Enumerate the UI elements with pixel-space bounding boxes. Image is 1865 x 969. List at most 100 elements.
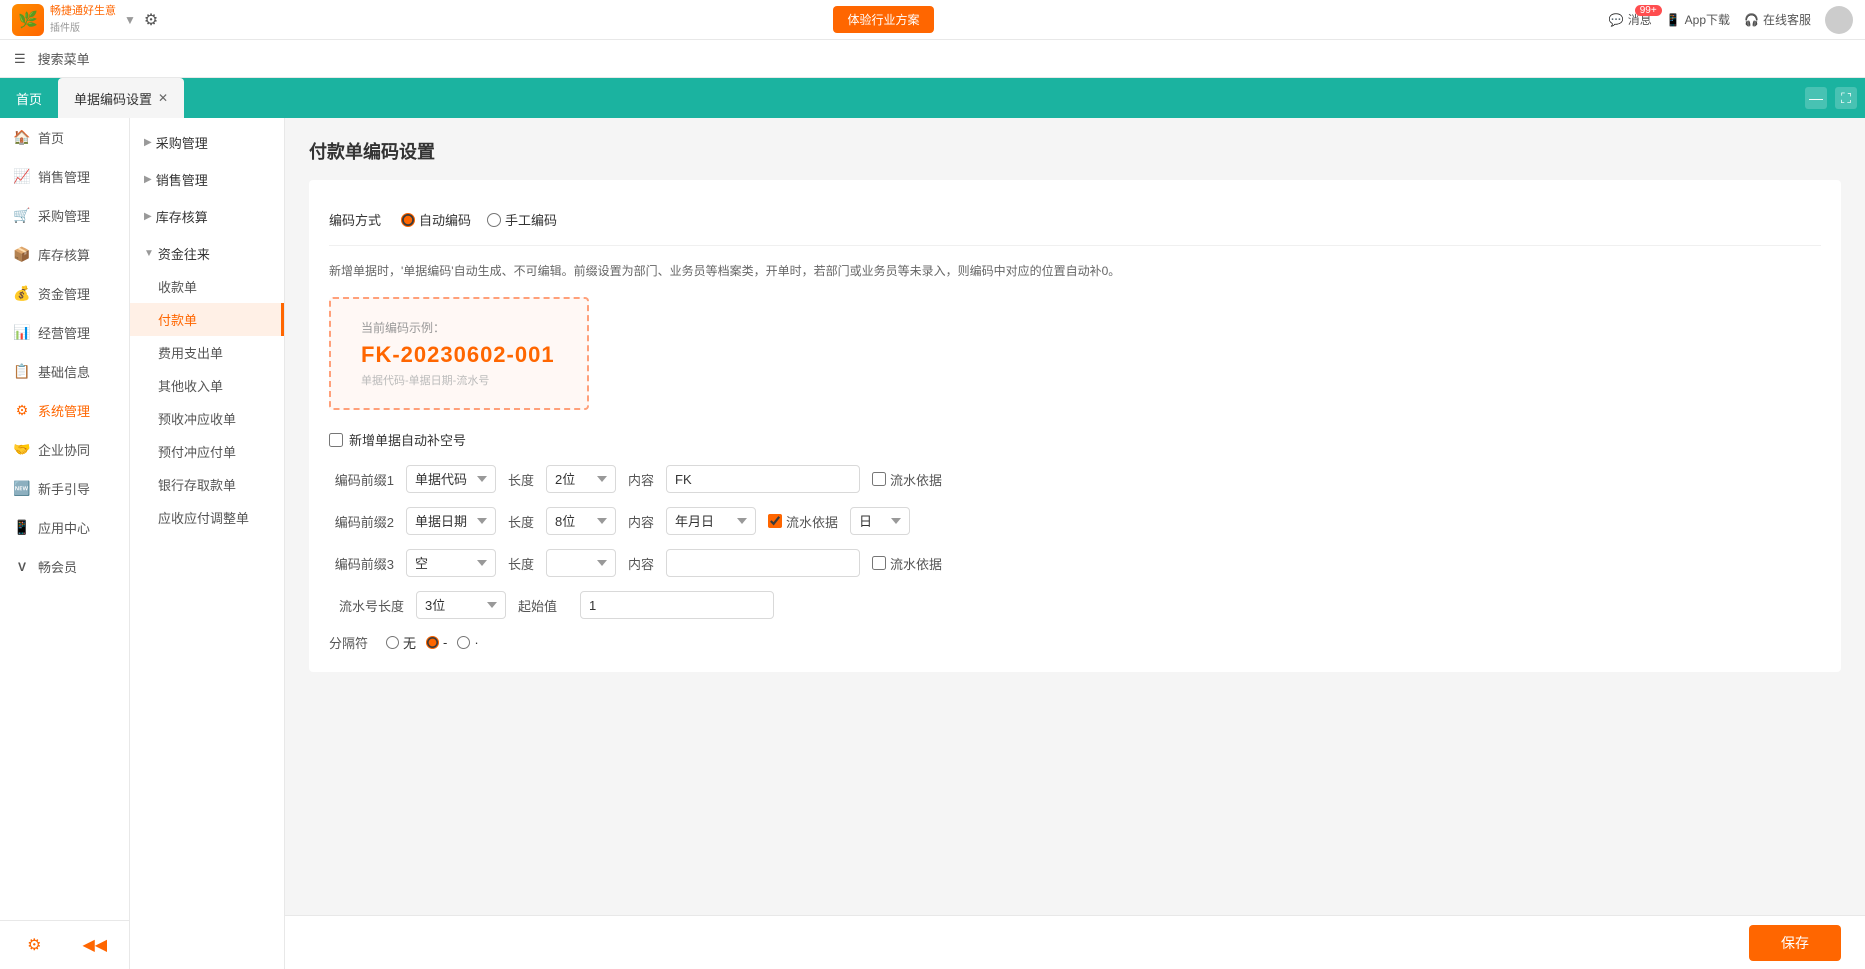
sidebar-label-guide: 新手引导 [38,479,90,498]
sidebar-label-member: 畅会员 [38,557,77,576]
sec-item-pre-receipt[interactable]: 预收冲应收单 [130,402,284,435]
sidebar-collapse-btn[interactable]: ◀◀ [69,929,122,961]
tab-close-btn[interactable]: ✕ [158,91,168,105]
prefix3-select[interactable]: 空 单据代码 部门 [406,549,496,577]
brand: 🌿 畅捷通好生意 插件版 [12,4,116,36]
sidebar-item-app-center[interactable]: 📱 应用中心 [0,508,129,547]
manual-encode-input[interactable] [487,213,501,227]
len3-select[interactable] [546,549,616,577]
sidebar-item-guide[interactable]: 🆕 新手引导 [0,469,129,508]
auto-fill-checkbox[interactable] [329,433,343,447]
sidebar-label-app-center: 应用中心 [38,518,90,537]
auto-encode-radio[interactable]: 自动编码 [401,210,471,229]
sidebar-label-system: 系统管理 [38,401,90,420]
group-purchase-arrow: ▶ [144,137,152,148]
app-download-btn[interactable]: 📱 App下载 [1666,11,1730,28]
stream1-checkbox[interactable] [872,472,886,486]
prefix2-label: 编码前缀2 [329,512,394,531]
prefix1-label: 编码前缀1 [329,470,394,489]
stream-len-label: 流水号长度 [329,596,404,615]
len3-label: 长度 [508,554,534,573]
main-card: 编码方式 自动编码 手工编码 新增单据时，'单据编码'自动生成、不可编辑。前缀设… [309,180,1841,672]
auto-fill-row: 新增单据自动补空号 [329,430,1821,449]
manual-encode-radio[interactable]: 手工编码 [487,210,557,229]
sidebar-item-sales[interactable]: 📈 销售管理 [0,157,129,196]
inventory-icon: 📦 [14,247,30,263]
content2-select[interactable]: 年月日 年月 年 [666,507,756,535]
user-avatar[interactable] [1825,6,1853,34]
len2-select[interactable]: 8位 6位 4位 [546,507,616,535]
sidebar-item-enterprise[interactable]: 🤝 企业协同 [0,430,129,469]
sales-icon: 📈 [14,169,30,185]
sec-item-receipt[interactable]: 收款单 [130,270,284,303]
brand-sub: 插件版 [50,19,116,34]
app-icon: 📱 [1666,13,1681,27]
message-btn[interactable]: 💬 消息 99+ [1609,11,1652,28]
content3-input[interactable] [666,549,860,577]
group-fund-label: 资金往来 [158,244,210,263]
tab-home[interactable]: 首页 [0,78,58,118]
bottom-bar: 保存 [285,915,1865,969]
group-sales-arrow: ▶ [144,174,152,185]
group-inventory-header[interactable]: ▶ 库存核算 [130,200,284,233]
group-sales-header[interactable]: ▶ 销售管理 [130,163,284,196]
start-value-input[interactable] [580,591,774,619]
online-service-btn[interactable]: 🎧 在线客服 [1744,11,1811,28]
content1-input[interactable] [666,465,860,493]
sec-item-expense[interactable]: 费用支出单 [130,336,284,369]
industry-btn[interactable]: 体验行业方案 [833,6,933,33]
save-button[interactable]: 保存 [1749,925,1841,961]
encode-method-label: 编码方式 [329,210,381,229]
service-icon: 🎧 [1744,13,1759,27]
sep-dot-input[interactable] [426,636,439,649]
sep-dot-radio[interactable]: - [426,635,447,650]
stream3-checkbox[interactable] [872,556,886,570]
sidebar-item-system[interactable]: ⚙ 系统管理 [0,391,129,430]
sec-item-income[interactable]: 其他收入单 [130,369,284,402]
sidebar-label-operations: 经营管理 [38,323,90,342]
home-icon: 🏠 [14,130,30,146]
group-sales-label: 销售管理 [156,170,208,189]
len1-select[interactable]: 2位 4位 6位 [546,465,616,493]
member-icon: V [14,559,30,575]
info-text: 新增单据时，'单据编码'自动生成、不可编辑。前缀设置为部门、业务员等档案类，开单… [329,262,1821,281]
sep-dot2-radio[interactable]: · [457,635,478,650]
auto-fill-label: 新增单据自动补空号 [349,430,466,449]
tab-encode-settings[interactable]: 单据编码设置 ✕ [58,78,184,118]
tab-minimize-btn[interactable]: — [1805,87,1827,109]
sidebar-item-inventory[interactable]: 📦 库存核算 [0,235,129,274]
prefix1-select[interactable]: 单据代码 部门 业务员 [406,465,496,493]
settings-icon[interactable]: ⚙ [144,10,158,30]
prefix2-select[interactable]: 单据日期 单据代码 [406,507,496,535]
encode-method-radio-group: 自动编码 手工编码 [401,210,557,229]
preview-label: 当前编码示例： [361,319,557,336]
stream-len-row: 流水号长度 3位 4位 5位 起始值 [329,591,1821,619]
tab-maximize-btn[interactable]: ⛶ [1835,87,1857,109]
stream-len-select[interactable]: 3位 4位 5位 [416,591,506,619]
sidebar-item-basic-info[interactable]: 📋 基础信息 [0,352,129,391]
group-purchase-header[interactable]: ▶ 采购管理 [130,126,284,159]
sidebar-item-home[interactable]: 🏠 首页 [0,118,129,157]
sidebar-item-operations[interactable]: 📊 经营管理 [0,313,129,352]
auto-encode-input[interactable] [401,213,415,227]
sec-item-adjust[interactable]: 应收应付调整单 [130,501,284,534]
sep-none-radio[interactable]: 无 [386,633,416,652]
page-title: 付款单编码设置 [309,138,1841,164]
guide-icon: 🆕 [14,481,30,497]
sidebar-item-purchase[interactable]: 🛒 采购管理 [0,196,129,235]
group-fund-header[interactable]: ▼ 资金往来 [130,237,284,270]
sidebar-settings-btn[interactable]: ⚙ [8,929,61,961]
sep-dot2-input[interactable] [457,636,470,649]
dropdown-arrow-icon[interactable]: ▼ [124,13,136,27]
sidebar-item-finance[interactable]: 💰 资金管理 [0,274,129,313]
sec-item-payment[interactable]: 付款单 [130,303,284,336]
sidebar-item-member[interactable]: V 畅会员 [0,547,129,586]
group-fund-arrow: ▼ [144,248,154,259]
group-fund: ▼ 资金往来 收款单 付款单 费用支出单 其他收入单 预收冲应收单 预付冲应付单… [130,237,284,534]
sec-item-bank[interactable]: 银行存取款单 [130,468,284,501]
stream2-checkbox[interactable] [768,514,782,528]
sec-item-pre-payment[interactable]: 预付冲应付单 [130,435,284,468]
sidebar-label-basic: 基础信息 [38,362,90,381]
sep-none-input[interactable] [386,636,399,649]
stream2-period-select[interactable]: 日 月 年 [850,507,910,535]
